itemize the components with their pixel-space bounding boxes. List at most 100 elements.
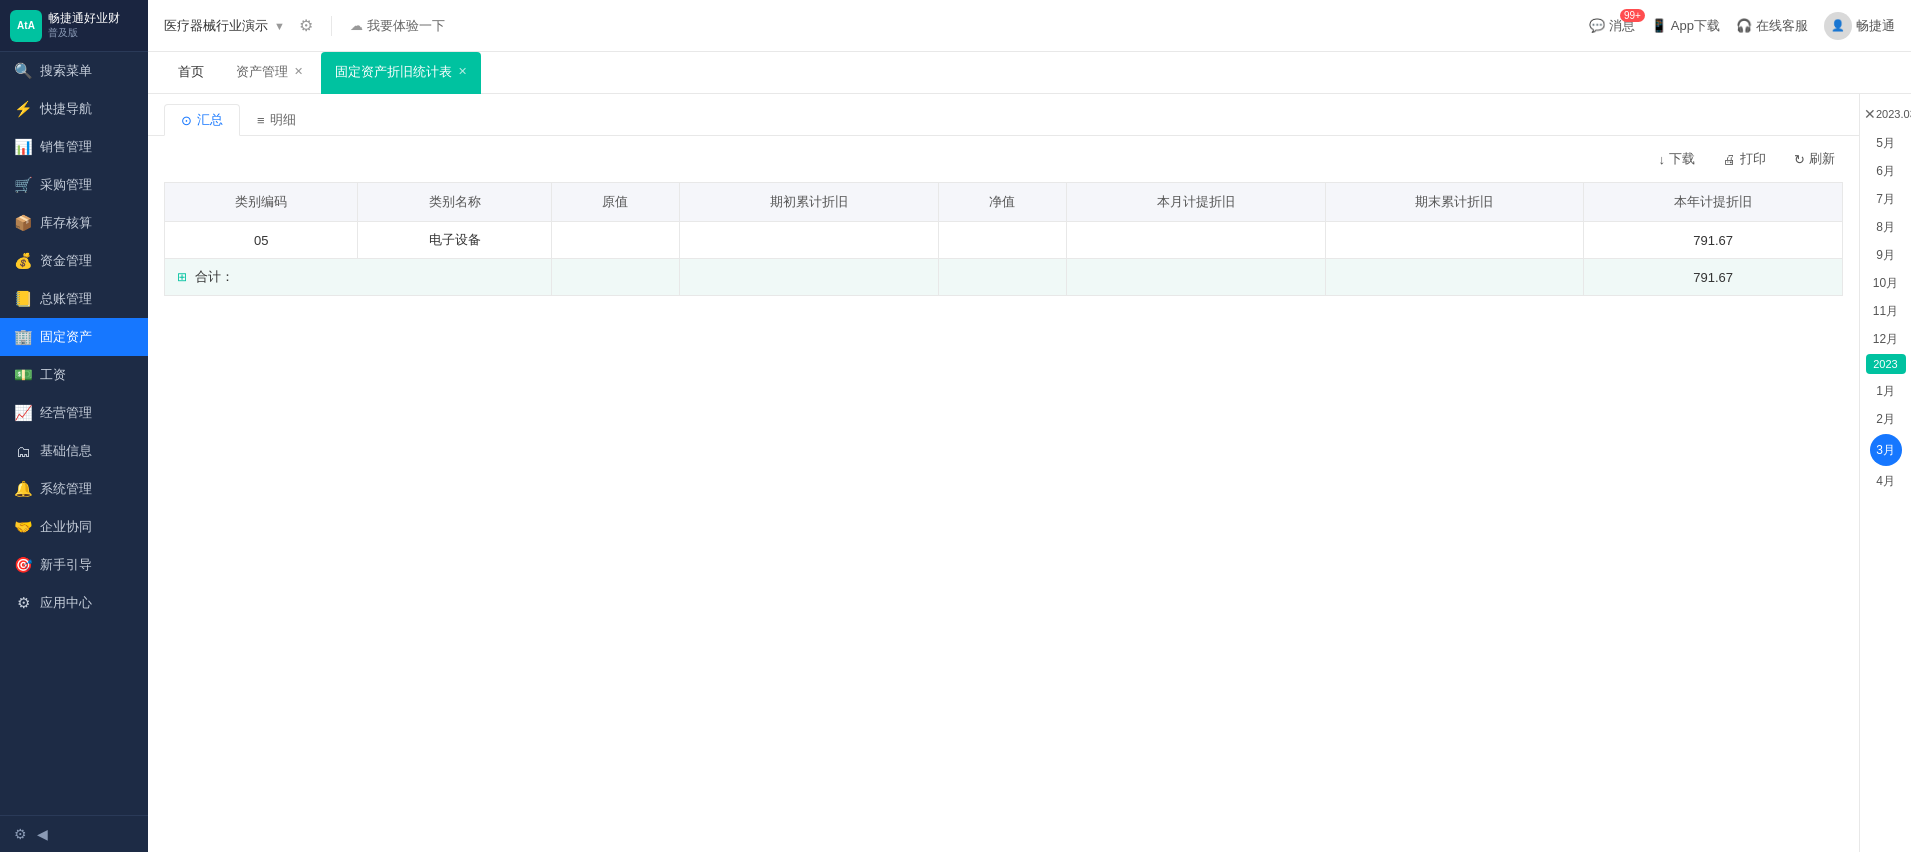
sidebar-nav: 🔍 搜索菜单 ⚡ 快捷导航 📊 销售管理 🛒 采购管理 📦 库存核算 💰 资金管… (0, 52, 148, 815)
subtab-summary[interactable]: ⊙ 汇总 (164, 104, 240, 136)
month-3[interactable]: 3月 (1870, 434, 1902, 466)
col-header-original: 原值 (551, 183, 679, 222)
sidebar-item-guide[interactable]: 🎯 新手引导 (0, 546, 148, 584)
month-4[interactable]: 4月 (1866, 468, 1906, 494)
cart-icon: 🛒 (14, 176, 32, 194)
sidebar-item-purchase[interactable]: 🛒 采购管理 (0, 166, 148, 204)
total-icon: ⊞ (177, 270, 187, 284)
summary-icon: ⊙ (181, 113, 192, 128)
target-icon: 🎯 (14, 556, 32, 574)
table-wrap: 类别编码 类别名称 原值 期初累计折旧 净值 本月计提折旧 期末累计折旧 本年计… (148, 182, 1859, 852)
sidebar-item-label: 企业协同 (40, 518, 92, 536)
total-net-value (938, 259, 1066, 296)
total-end-accum (1325, 259, 1584, 296)
sidebar-item-label: 库存核算 (40, 214, 92, 232)
topbar: 医疗器械行业演示 ▼ ⚙ ☁ 我要体验一下 💬 消息 99+ 📱 App下载 🎧… (148, 0, 1911, 52)
row-initial-accum (679, 222, 938, 259)
sidebar-item-label: 搜索菜单 (40, 62, 92, 80)
sidebar-item-label: 总账管理 (40, 290, 92, 308)
sidebar-item-label: 工资 (40, 366, 66, 384)
refresh-button[interactable]: ↻ 刷新 (1786, 146, 1843, 172)
sidebar-item-ledger[interactable]: 📒 总账管理 (0, 280, 148, 318)
year-tag-2023[interactable]: 2023 (1866, 354, 1906, 374)
tab-asset-mgmt-close[interactable]: ✕ (294, 65, 303, 78)
right-panel-close-button[interactable]: ✕ (1864, 106, 1876, 122)
sidebar-item-finance[interactable]: 💰 资金管理 (0, 242, 148, 280)
topbar-right: 💬 消息 99+ 📱 App下载 🎧 在线客服 👤 畅捷通 (1589, 12, 1895, 40)
col-header-initial-accum: 期初累计折旧 (679, 183, 938, 222)
topbar-divider (331, 16, 332, 36)
month-9[interactable]: 9月 (1866, 242, 1906, 268)
tab-home-label: 首页 (178, 63, 204, 81)
period-label: 2023.03 (1876, 108, 1911, 120)
total-original-value (551, 259, 679, 296)
download-label: 下载 (1669, 150, 1695, 168)
bell-icon: 🔔 (14, 480, 32, 498)
col-header-monthly-dep: 本月计提折旧 (1066, 183, 1325, 222)
sidebar-item-label: 快捷导航 (40, 100, 92, 118)
sidebar-logo: AtA 畅捷通好业财 普及版 (0, 0, 148, 52)
subtabs: ⊙ 汇总 ≡ 明细 (148, 94, 1859, 136)
row-original-value (551, 222, 679, 259)
sidebar-item-operations[interactable]: 📈 经营管理 (0, 394, 148, 432)
sidebar-item-label: 资金管理 (40, 252, 92, 270)
tab-fixed-asset-label: 固定资产折旧统计表 (335, 63, 452, 81)
total-initial-accum (679, 259, 938, 296)
experience-button[interactable]: ☁ 我要体验一下 (350, 17, 445, 35)
user-profile-button[interactable]: 👤 畅捷通 (1824, 12, 1895, 40)
tab-asset-mgmt[interactable]: 资产管理 ✕ (222, 52, 317, 94)
money-icon: 💰 (14, 252, 32, 270)
print-label: 打印 (1740, 150, 1766, 168)
month-12[interactable]: 12月 (1866, 326, 1906, 352)
sidebar-item-sales[interactable]: 📊 销售管理 (0, 128, 148, 166)
tab-home[interactable]: 首页 (164, 52, 218, 94)
subtab-detail[interactable]: ≡ 明细 (240, 104, 313, 136)
month-7[interactable]: 7月 (1866, 186, 1906, 212)
sidebar-item-label: 销售管理 (40, 138, 92, 156)
username: 畅捷通 (1856, 17, 1895, 35)
sidebar-item-quick-nav[interactable]: ⚡ 快捷导航 (0, 90, 148, 128)
sidebar-collapse-button[interactable]: ◀ (37, 826, 48, 842)
app-download-button[interactable]: 📱 App下载 (1651, 17, 1720, 35)
month-5[interactable]: 5月 (1866, 130, 1906, 156)
print-button[interactable]: 🖨 打印 (1715, 146, 1774, 172)
app-download-label: App下载 (1671, 17, 1720, 35)
mobile-icon: 📱 (1651, 18, 1667, 33)
sidebar-item-label: 应用中心 (40, 594, 92, 612)
sidebar-item-basic-info[interactable]: 🗂 基础信息 (0, 432, 148, 470)
total-label-cell: ⊞ 合计： (165, 259, 552, 296)
customer-service-button[interactable]: 🎧 在线客服 (1736, 17, 1808, 35)
month-10[interactable]: 10月 (1866, 270, 1906, 296)
folder-icon: 🗂 (14, 443, 32, 460)
sidebar-item-label: 基础信息 (40, 442, 92, 460)
sidebar-item-app-center[interactable]: ⚙ 应用中心 (0, 584, 148, 622)
sidebar-item-system[interactable]: 🔔 系统管理 (0, 470, 148, 508)
sidebar-item-fixed-assets[interactable]: 🏢 固定资产 (0, 318, 148, 356)
month-6[interactable]: 6月 (1866, 158, 1906, 184)
col-header-code: 类别编码 (165, 183, 358, 222)
app-name: 畅捷通好业财 (48, 11, 120, 27)
month-8[interactable]: 8月 (1866, 214, 1906, 240)
tab-fixed-asset-close[interactable]: ✕ (458, 65, 467, 78)
month-1[interactable]: 1月 (1866, 378, 1906, 404)
sidebar-settings-button[interactable]: ⚙ (14, 826, 27, 842)
total-annual-dep: 791.67 (1584, 259, 1843, 296)
message-badge: 99+ (1620, 9, 1645, 22)
message-button[interactable]: 💬 消息 99+ (1589, 17, 1635, 35)
sidebar-item-search[interactable]: 🔍 搜索菜单 (0, 52, 148, 90)
topbar-settings-icon[interactable]: ⚙ (299, 16, 313, 35)
tab-fixed-asset-depreciation[interactable]: 固定资产折旧统计表 ✕ (321, 52, 481, 94)
payroll-icon: 💵 (14, 366, 32, 384)
sidebar-item-cooperation[interactable]: 🤝 企业协同 (0, 508, 148, 546)
month-11[interactable]: 11月 (1866, 298, 1906, 324)
month-2[interactable]: 2月 (1866, 406, 1906, 432)
col-header-name: 类别名称 (358, 183, 551, 222)
company-selector[interactable]: 医疗器械行业演示 ▼ (164, 17, 285, 35)
total-monthly-dep (1066, 259, 1325, 296)
download-button[interactable]: ↓ 下载 (1651, 146, 1704, 172)
sidebar-item-inventory[interactable]: 📦 库存核算 (0, 204, 148, 242)
headset-icon: 🎧 (1736, 18, 1752, 33)
sidebar-item-payroll[interactable]: 💵 工资 (0, 356, 148, 394)
content-area: ⊙ 汇总 ≡ 明细 ↓ 下载 🖨 打印 ↻ (148, 94, 1911, 852)
download-icon: ↓ (1659, 152, 1666, 167)
